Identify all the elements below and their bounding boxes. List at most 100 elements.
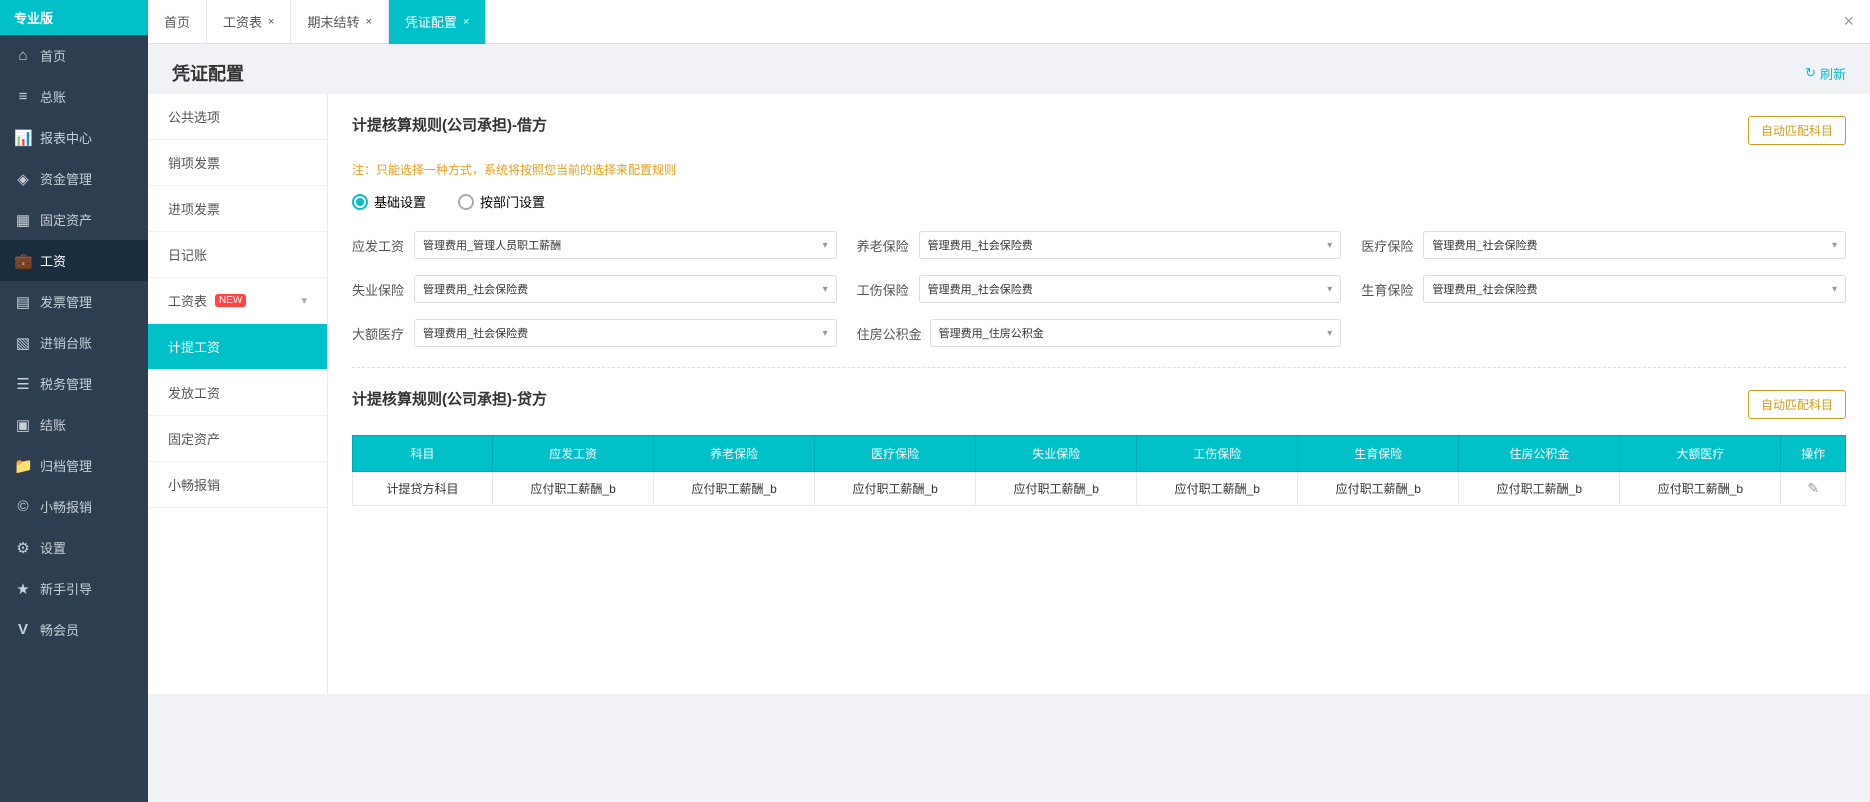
refresh-button[interactable]: ↻ 刷新 xyxy=(1805,64,1846,83)
chevron-down-icon: ▾ xyxy=(823,240,828,251)
auto-match-debit-button[interactable]: 自动匹配科目 xyxy=(1748,116,1846,145)
main-area: 首页 工资表 × 期末结转 × 凭证配置 × × 凭证配置 ↻ 刷新 公共选项 xyxy=(148,0,1870,802)
tab-period-close[interactable]: 期末结转 × xyxy=(291,0,388,44)
sidebar-item-salary[interactable]: 💼 工资 xyxy=(0,240,148,281)
nav-item-xiao-expense[interactable]: 小畅报销 xyxy=(148,462,327,508)
label-medical: 医疗保险 xyxy=(1361,236,1415,255)
nav-item-public[interactable]: 公共选项 xyxy=(148,94,327,140)
xiao-icon: © xyxy=(14,498,32,515)
sidebar-item-purchase[interactable]: ▧ 进销台账 xyxy=(0,322,148,363)
tab-bar: 首页 工资表 × 期末结转 × 凭证配置 × × xyxy=(148,0,1870,44)
new-badge: NEW xyxy=(215,294,246,307)
tab-voucher-config-label: 凭证配置 xyxy=(405,12,457,31)
nav-item-pay-salary[interactable]: 发放工资 xyxy=(148,370,327,416)
purchase-icon: ▧ xyxy=(14,334,32,352)
sidebar-item-label: 进销台账 xyxy=(40,333,92,352)
select-extra-medical[interactable]: 管理费用_社会保险费 ▾ xyxy=(414,319,837,347)
sidebar-item-label: 税务管理 xyxy=(40,374,92,393)
cell-injury: 应付职工薪酬_b xyxy=(1137,472,1298,506)
cell-medical: 应付职工薪酬_b xyxy=(815,472,976,506)
tab-home[interactable]: 首页 xyxy=(148,0,207,44)
sidebar-item-xiao[interactable]: © 小畅报销 xyxy=(0,486,148,527)
select-injury[interactable]: 管理费用_社会保险费 ▾ xyxy=(919,275,1342,303)
col-housing: 住房公积金 xyxy=(1459,436,1620,472)
sidebar-item-label: 发票管理 xyxy=(40,292,92,311)
sidebar-item-label: 畅会员 xyxy=(40,620,79,639)
page-area: 凭证配置 ↻ 刷新 公共选项 销项发票 进项发票 日记账 工资表 xyxy=(148,44,1870,802)
closing-icon: ▣ xyxy=(14,416,32,434)
tab-period-close-label: 期末结转 xyxy=(307,12,359,31)
select-housing[interactable]: 管理费用_住房公积金 ▾ xyxy=(930,319,1342,347)
content-wrapper: 公共选项 销项发票 进项发票 日记账 工资表 NEW ▾ 计提工资 xyxy=(148,94,1870,714)
app-title: 专业版 xyxy=(0,0,148,35)
nav-item-calc-salary[interactable]: 计提工资 xyxy=(148,324,327,370)
col-action: 操作 xyxy=(1781,436,1846,472)
chevron-down-icon: ▾ xyxy=(1327,284,1332,295)
credit-section-header: 计提核算规则(公司承担)-贷方 自动匹配科目 xyxy=(352,388,1846,421)
radio-basic-circle xyxy=(352,194,368,210)
auto-match-credit-button[interactable]: 自动匹配科目 xyxy=(1748,390,1846,419)
sidebar-item-assets[interactable]: ▦ 固定资产 xyxy=(0,199,148,240)
nav-item-sales-invoice[interactable]: 销项发票 xyxy=(148,140,327,186)
select-salary[interactable]: 管理费用_管理人员职工薪酬 ▾ xyxy=(414,231,837,259)
nav-item-fixed-assets[interactable]: 固定资产 xyxy=(148,416,327,462)
cell-salary: 应付职工薪酬_b xyxy=(493,472,654,506)
expand-icon: ▾ xyxy=(301,294,307,307)
tab-salary-table[interactable]: 工资表 × xyxy=(207,0,291,44)
form-item-injury: 工伤保险 管理费用_社会保险费 ▾ xyxy=(857,275,1342,303)
cell-housing: 应付职工薪酬_b xyxy=(1459,472,1620,506)
sidebar-item-label: 小畅报销 xyxy=(40,497,92,516)
col-salary: 应发工资 xyxy=(493,436,654,472)
label-unemployment: 失业保险 xyxy=(352,280,406,299)
debit-section: 计提核算规则(公司承担)-借方 自动匹配科目 注：只能选择一种方式，系统将按照您… xyxy=(352,114,1846,347)
sidebar-item-tax[interactable]: ☰ 税务管理 xyxy=(0,363,148,404)
sidebar-item-guide[interactable]: ★ 新手引导 xyxy=(0,568,148,609)
tab-voucher-config[interactable]: 凭证配置 × xyxy=(389,0,486,44)
sidebar-item-invoice[interactable]: ▤ 发票管理 xyxy=(0,281,148,322)
edit-icon[interactable]: ✎ xyxy=(1807,480,1819,496)
cell-pension: 应付职工薪酬_b xyxy=(654,472,815,506)
radio-basic-inner xyxy=(356,198,364,206)
chevron-down-icon: ▾ xyxy=(1832,240,1837,251)
guide-icon: ★ xyxy=(14,580,32,598)
sidebar-item-capital[interactable]: ◈ 资金管理 xyxy=(0,158,148,199)
capital-icon: ◈ xyxy=(14,170,32,188)
tab-period-close-close[interactable]: × xyxy=(365,16,371,28)
label-pension: 养老保险 xyxy=(857,236,911,255)
nav-item-salary-table[interactable]: 工资表 NEW ▾ xyxy=(148,278,327,324)
settings-icon: ⚙ xyxy=(14,539,32,557)
sidebar-item-member[interactable]: V 畅会员 xyxy=(0,609,148,650)
sidebar-item-home[interactable]: ⌂ 首页 xyxy=(0,35,148,76)
form-item-pension: 养老保险 管理费用_社会保险费 ▾ xyxy=(857,231,1342,259)
label-housing: 住房公积金 xyxy=(857,324,922,343)
cell-subject: 计提贷方科目 xyxy=(353,472,493,506)
radio-basic[interactable]: 基础设置 xyxy=(352,192,426,211)
col-pension: 养老保险 xyxy=(654,436,815,472)
sidebar-item-archive[interactable]: 📁 归档管理 xyxy=(0,445,148,486)
tab-voucher-config-close[interactable]: × xyxy=(463,16,469,28)
nav-item-purchase-invoice[interactable]: 进项发票 xyxy=(148,186,327,232)
radio-dept[interactable]: 按部门设置 xyxy=(458,192,545,211)
select-medical[interactable]: 管理费用_社会保险费 ▾ xyxy=(1423,231,1846,259)
cell-action[interactable]: ✎ xyxy=(1781,472,1846,506)
sidebar-item-ledger[interactable]: ≡ 总账 xyxy=(0,76,148,117)
tax-icon: ☰ xyxy=(14,375,32,393)
sidebar-item-label: 固定资产 xyxy=(40,210,92,229)
cell-unemployment: 应付职工薪酬_b xyxy=(976,472,1137,506)
close-all-tabs[interactable]: × xyxy=(1827,11,1870,32)
select-maternity[interactable]: 管理费用_社会保险费 ▾ xyxy=(1423,275,1846,303)
tab-salary-table-close[interactable]: × xyxy=(268,16,274,28)
sidebar-item-label: 资金管理 xyxy=(40,169,92,188)
sidebar-item-closing[interactable]: ▣ 结账 xyxy=(0,404,148,445)
select-pension[interactable]: 管理费用_社会保险费 ▾ xyxy=(919,231,1342,259)
sidebar-item-report[interactable]: 📊 报表中心 xyxy=(0,117,148,158)
sidebar-item-settings[interactable]: ⚙ 设置 xyxy=(0,527,148,568)
sidebar-item-label: 工资 xyxy=(40,251,66,270)
nav-item-journal[interactable]: 日记账 xyxy=(148,232,327,278)
col-medical: 医疗保险 xyxy=(815,436,976,472)
col-unemployment: 失业保险 xyxy=(976,436,1137,472)
select-unemployment[interactable]: 管理费用_社会保险费 ▾ xyxy=(414,275,837,303)
sidebar-item-label: 首页 xyxy=(40,46,66,65)
sidebar-item-label: 设置 xyxy=(40,538,66,557)
col-injury: 工伤保险 xyxy=(1137,436,1298,472)
